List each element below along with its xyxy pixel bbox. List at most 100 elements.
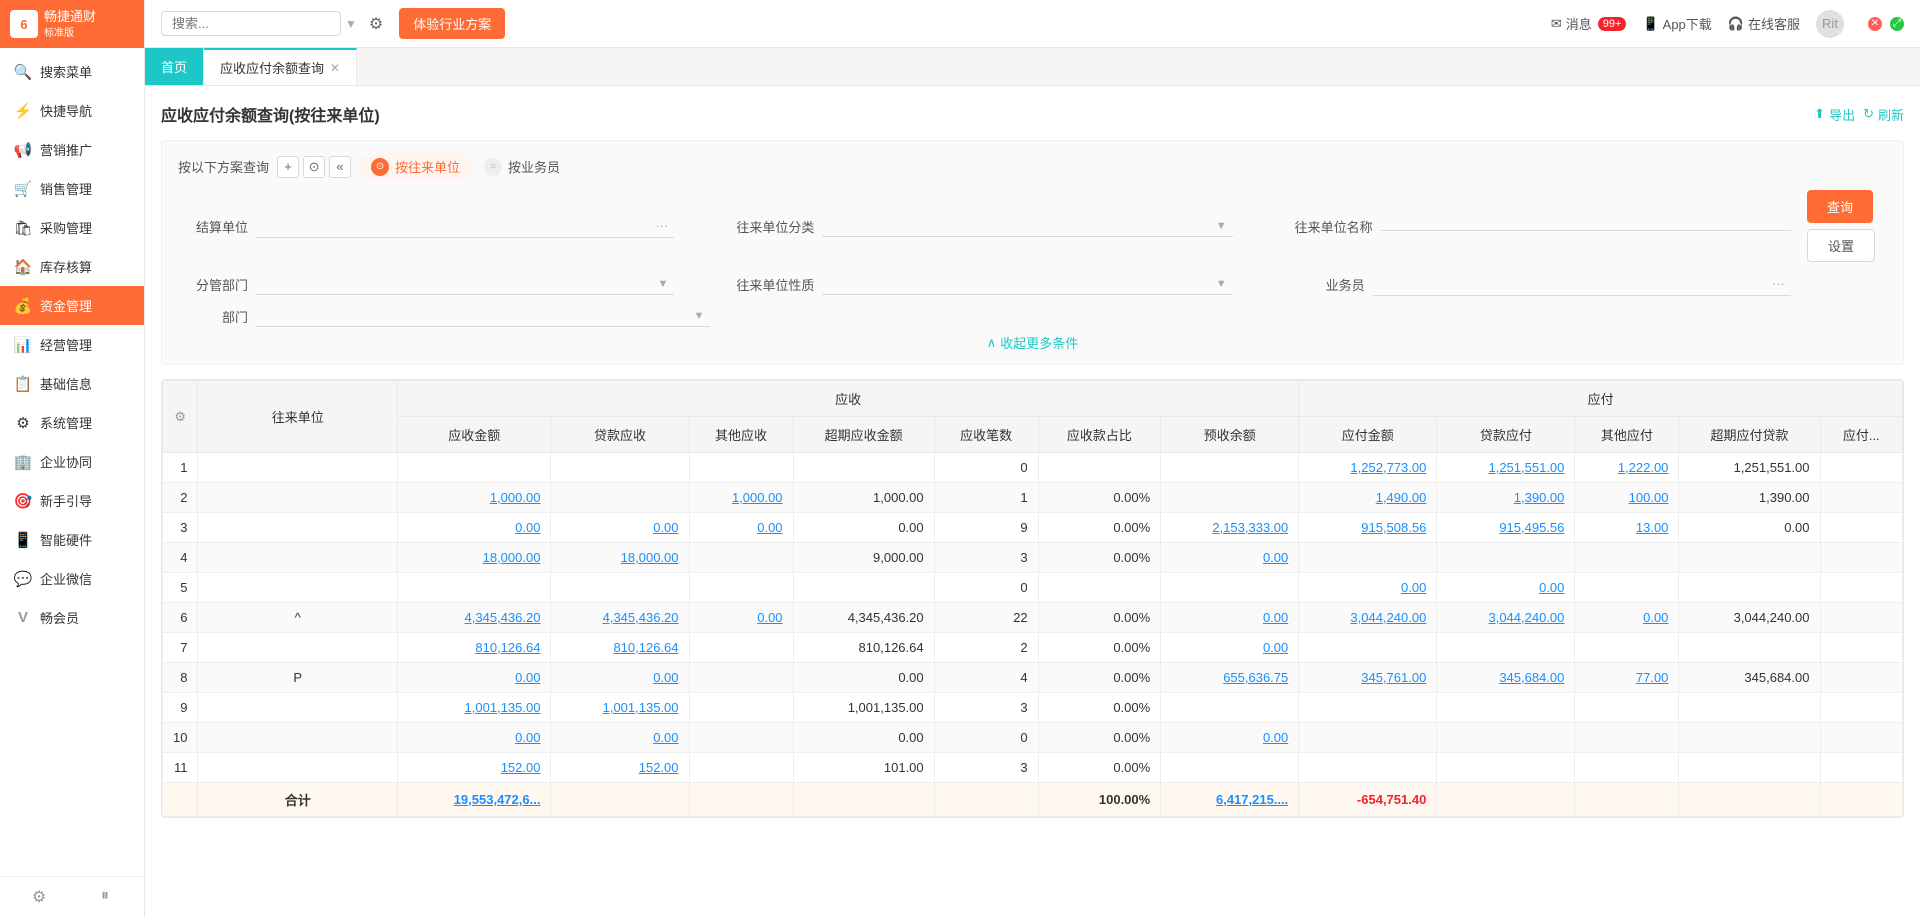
partner-name-input[interactable] xyxy=(1381,222,1791,231)
refresh-btn[interactable]: ↻ 刷新 xyxy=(1863,105,1904,124)
sidebar-collapse-btn[interactable]: ⏸ xyxy=(76,887,134,907)
table-cell[interactable] xyxy=(1437,543,1575,573)
sidebar-item-wechat[interactable]: 💬 企业微信 xyxy=(0,559,144,598)
table-cell[interactable]: 3,044,240.00 xyxy=(1299,603,1437,633)
partner-cat-select[interactable]: ▼ xyxy=(822,216,1232,237)
table-cell[interactable]: 0.00 xyxy=(397,663,551,693)
add-scheme-btn[interactable]: + xyxy=(277,156,299,178)
table-cell[interactable]: 18,000.00 xyxy=(397,543,551,573)
table-cell[interactable]: 0.00 xyxy=(551,513,689,543)
table-cell[interactable] xyxy=(1575,723,1679,753)
table-cell[interactable] xyxy=(1161,753,1299,783)
table-cell[interactable] xyxy=(1299,543,1437,573)
table-cell[interactable] xyxy=(1299,723,1437,753)
tab-home[interactable]: 首页 xyxy=(145,48,204,85)
table-cell[interactable]: 100.00 xyxy=(1575,483,1679,513)
table-cell[interactable]: 0.00 xyxy=(1161,633,1299,663)
table-cell[interactable] xyxy=(1575,693,1679,723)
table-cell[interactable]: 915,508.56 xyxy=(1299,513,1437,543)
table-cell[interactable]: 0.00 xyxy=(551,723,689,753)
table-cell[interactable] xyxy=(1161,573,1299,603)
table-cell[interactable]: 0.00 xyxy=(1437,573,1575,603)
table-cell[interactable]: 915,495.56 xyxy=(1437,513,1575,543)
sidebar-item-finance[interactable]: 💰 资金管理 xyxy=(0,286,144,325)
table-cell[interactable]: 0.00 xyxy=(689,513,793,543)
header-gear-icon[interactable]: ⚙ xyxy=(369,14,383,34)
table-cell[interactable]: 0.00 xyxy=(689,603,793,633)
sidebar-item-corp[interactable]: 🏢 企业协同 xyxy=(0,442,144,481)
tab-close-btn[interactable]: ✕ xyxy=(330,61,340,75)
collapse-filter-btn[interactable]: ∧ 收起更多条件 xyxy=(178,333,1887,352)
back-btn[interactable]: « xyxy=(329,156,351,178)
table-cell[interactable]: 345,761.00 xyxy=(1299,663,1437,693)
table-cell[interactable] xyxy=(1575,543,1679,573)
table-cell[interactable] xyxy=(1161,693,1299,723)
export-btn[interactable]: ⬆ 导出 xyxy=(1814,105,1855,124)
promo-button[interactable]: 体验行业方案 xyxy=(399,8,505,39)
table-cell[interactable]: 0.00 xyxy=(1161,723,1299,753)
table-cell[interactable]: 1,251,551.00 xyxy=(1437,453,1575,483)
table-cell[interactable] xyxy=(1299,753,1437,783)
table-cell[interactable] xyxy=(689,633,793,663)
sidebar-item-search-menu[interactable]: 🔍 搜索菜单 xyxy=(0,52,144,91)
window-expand-btn[interactable]: ⤢ xyxy=(1890,17,1904,31)
table-cell[interactable]: 0.00 xyxy=(397,723,551,753)
dept-select[interactable]: ▼ xyxy=(256,274,674,295)
table-cell[interactable]: 810,126.64 xyxy=(397,633,551,663)
sidebar-item-guide[interactable]: 🎯 新手引导 xyxy=(0,481,144,520)
salesperson-input[interactable]: ··· xyxy=(1373,272,1791,296)
tab-ar-ap[interactable]: 应收应付余额查询 ✕ xyxy=(204,48,357,85)
table-cell[interactable] xyxy=(1161,453,1299,483)
table-cell[interactable] xyxy=(1575,753,1679,783)
table-cell[interactable]: 13.00 xyxy=(1575,513,1679,543)
table-cell[interactable]: 1,222.00 xyxy=(1575,453,1679,483)
table-cell[interactable] xyxy=(551,453,689,483)
table-cell[interactable] xyxy=(689,753,793,783)
table-cell[interactable]: 345,684.00 xyxy=(1437,663,1575,693)
sidebar-item-sales[interactable]: 🛒 销售管理 xyxy=(0,169,144,208)
table-cell[interactable]: 0.00 xyxy=(1299,573,1437,603)
table-cell[interactable]: 0.00 xyxy=(551,663,689,693)
table-cell[interactable]: 0.00 xyxy=(1161,543,1299,573)
table-cell[interactable]: 1,000.00 xyxy=(689,483,793,513)
table-cell[interactable]: 1,490.00 xyxy=(1299,483,1437,513)
sidebar-item-quick-nav[interactable]: ⚡ 快捷导航 xyxy=(0,91,144,130)
scheme-by-partner[interactable]: ⊙ 按往来单位 xyxy=(359,153,472,180)
table-cell[interactable] xyxy=(689,573,793,603)
sidebar-item-member[interactable]: V 畅会员 xyxy=(0,598,144,637)
table-cell[interactable] xyxy=(1299,693,1437,723)
sidebar-settings-btn[interactable]: ⚙ xyxy=(10,887,68,907)
table-cell[interactable]: 4,345,436.20 xyxy=(397,603,551,633)
partner-nature-select[interactable]: ▼ xyxy=(822,274,1232,295)
table-cell[interactable] xyxy=(689,543,793,573)
table-cell[interactable] xyxy=(689,453,793,483)
table-cell[interactable]: 1,001,135.00 xyxy=(397,693,551,723)
table-cell[interactable]: 655,636.75 xyxy=(1161,663,1299,693)
sidebar-item-operations[interactable]: 📊 经营管理 xyxy=(0,325,144,364)
department-select[interactable]: ▼ xyxy=(256,306,710,327)
query-button[interactable]: 查询 xyxy=(1807,190,1873,223)
header-search-dropdown[interactable]: ▼ xyxy=(345,17,357,31)
table-cell[interactable] xyxy=(397,453,551,483)
table-cell[interactable] xyxy=(689,723,793,753)
online-service-btn[interactable]: 🎧 在线客服 xyxy=(1728,14,1800,33)
table-cell[interactable] xyxy=(1575,573,1679,603)
settings-button[interactable]: 设置 xyxy=(1807,229,1875,262)
sidebar-item-smart-hw[interactable]: 📱 智能硬件 xyxy=(0,520,144,559)
window-close-btn[interactable]: ✕ xyxy=(1868,17,1882,31)
table-cell[interactable] xyxy=(397,573,551,603)
table-cell[interactable]: 4,345,436.20 xyxy=(551,603,689,633)
table-cell[interactable] xyxy=(1437,723,1575,753)
table-cell[interactable] xyxy=(1161,483,1299,513)
sidebar-item-marketing[interactable]: 📢 营销推广 xyxy=(0,130,144,169)
table-cell[interactable]: 0.00 xyxy=(1161,603,1299,633)
table-cell[interactable]: 0.00 xyxy=(397,513,551,543)
table-cell[interactable]: 1,000.00 xyxy=(397,483,551,513)
table-cell[interactable]: 152.00 xyxy=(397,753,551,783)
table-cell[interactable]: 2,153,333.00 xyxy=(1161,513,1299,543)
table-cell[interactable] xyxy=(1437,633,1575,663)
message-btn[interactable]: ✉ 消息 99+ xyxy=(1551,14,1627,33)
table-cell[interactable] xyxy=(689,663,793,693)
table-cell[interactable]: 1,252,773.00 xyxy=(1299,453,1437,483)
table-cell[interactable]: 1,001,135.00 xyxy=(551,693,689,723)
